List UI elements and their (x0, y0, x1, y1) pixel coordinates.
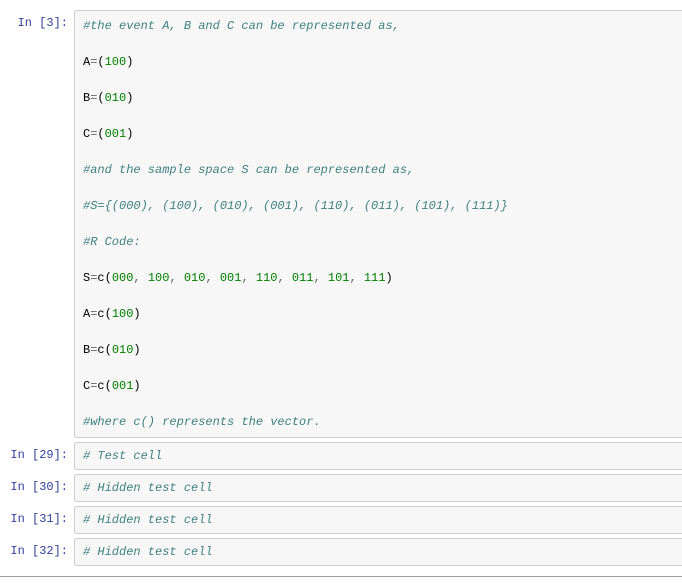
code-token: ) (126, 55, 133, 69)
code-token: ( (105, 343, 112, 357)
code-cell: In [3]: #the event A, B and C can be rep… (0, 10, 682, 438)
code-line (83, 215, 674, 233)
code-token: ( (105, 379, 112, 393)
code-line: A=c(100) (83, 305, 674, 323)
code-token: 010 (112, 343, 134, 357)
code-token: 111 (364, 271, 386, 285)
code-line: B=(010) (83, 89, 674, 107)
code-token: 001 (105, 127, 127, 141)
code-token: #R Code: (83, 235, 141, 249)
code-line: B=c(010) (83, 341, 674, 359)
code-token: #S={(000), (100), (010), (001), (110), (… (83, 199, 508, 213)
code-token: , (241, 271, 255, 285)
code-line (83, 179, 674, 197)
code-token: #and the sample space S can be represent… (83, 163, 414, 177)
code-line: # Hidden test cell (83, 511, 674, 529)
code-line: S=c(000, 100, 010, 001, 110, 011, 101, 1… (83, 269, 674, 287)
input-prompt: In [30]: (0, 474, 74, 494)
code-token: 001 (220, 271, 242, 285)
code-token: #where c() represents the vector. (83, 415, 321, 429)
code-line (83, 251, 674, 269)
code-line (83, 35, 674, 53)
code-token: c (97, 271, 104, 285)
code-token: # Hidden test cell (83, 513, 213, 527)
code-input-area[interactable]: # Hidden test cell (74, 474, 682, 502)
input-prompt: In [3]: (0, 10, 74, 30)
code-token: 011 (292, 271, 314, 285)
code-token: c (97, 379, 104, 393)
code-token: # Hidden test cell (83, 481, 213, 495)
code-input-area[interactable]: # Hidden test cell (74, 506, 682, 534)
code-token: # Test cell (83, 449, 162, 463)
code-input-area[interactable]: # Test cell (74, 442, 682, 470)
code-token: ) (126, 127, 133, 141)
code-line (83, 143, 674, 161)
code-token: 010 (184, 271, 206, 285)
input-prompt: In [31]: (0, 506, 74, 526)
code-line: #R Code: (83, 233, 674, 251)
code-line: #the event A, B and C can be represented… (83, 17, 674, 35)
code-cell: In [30]: # Hidden test cell (0, 474, 682, 502)
code-line: C=(001) (83, 125, 674, 143)
code-input-area[interactable]: #the event A, B and C can be represented… (74, 10, 682, 438)
code-token: 010 (105, 91, 127, 105)
code-token: ( (97, 55, 104, 69)
code-token: 100 (105, 55, 127, 69)
code-token: 001 (112, 379, 134, 393)
code-token: , (205, 271, 219, 285)
code-token: , (133, 271, 147, 285)
input-prompt: In [29]: (0, 442, 74, 462)
code-token: 000 (112, 271, 134, 285)
code-token: 110 (256, 271, 278, 285)
code-token: #the event A, B and C can be represented… (83, 19, 400, 33)
code-line: A=(100) (83, 53, 674, 71)
input-prompt: In [32]: (0, 538, 74, 558)
code-line (83, 107, 674, 125)
code-line: #and the sample space S can be represent… (83, 161, 674, 179)
code-token: c (97, 343, 104, 357)
jupyter-notebook: In [3]: #the event A, B and C can be rep… (0, 0, 682, 587)
code-token: ( (97, 127, 104, 141)
code-token: , (277, 271, 291, 285)
code-token: , (314, 271, 328, 285)
code-line: #where c() represents the vector. (83, 413, 674, 431)
code-cell: In [29]: # Test cell (0, 442, 682, 470)
code-token: 101 (328, 271, 350, 285)
code-token: ) (126, 91, 133, 105)
code-token: c (97, 307, 104, 321)
code-token: ) (133, 307, 140, 321)
code-token: # Hidden test cell (83, 545, 213, 559)
code-line: # Hidden test cell (83, 543, 674, 561)
code-line (83, 359, 674, 377)
code-token: ) (133, 379, 140, 393)
code-token: ( (105, 271, 112, 285)
code-line: C=c(001) (83, 377, 674, 395)
code-token: , (169, 271, 183, 285)
code-token: 100 (148, 271, 170, 285)
code-token: 100 (112, 307, 134, 321)
code-token: ) (386, 271, 393, 285)
code-line: # Hidden test cell (83, 479, 674, 497)
code-cell: In [32]: # Hidden test cell (0, 538, 682, 566)
code-token: , (350, 271, 364, 285)
code-line (83, 71, 674, 89)
code-token: ( (105, 307, 112, 321)
code-input-area[interactable]: # Hidden test cell (74, 538, 682, 566)
code-line (83, 323, 674, 341)
code-line: #S={(000), (100), (010), (001), (110), (… (83, 197, 674, 215)
separator (0, 576, 682, 577)
code-line (83, 395, 674, 413)
code-token: ) (133, 343, 140, 357)
code-cell: In [31]: # Hidden test cell (0, 506, 682, 534)
code-line (83, 287, 674, 305)
code-token: ( (97, 91, 104, 105)
code-line: # Test cell (83, 447, 674, 465)
